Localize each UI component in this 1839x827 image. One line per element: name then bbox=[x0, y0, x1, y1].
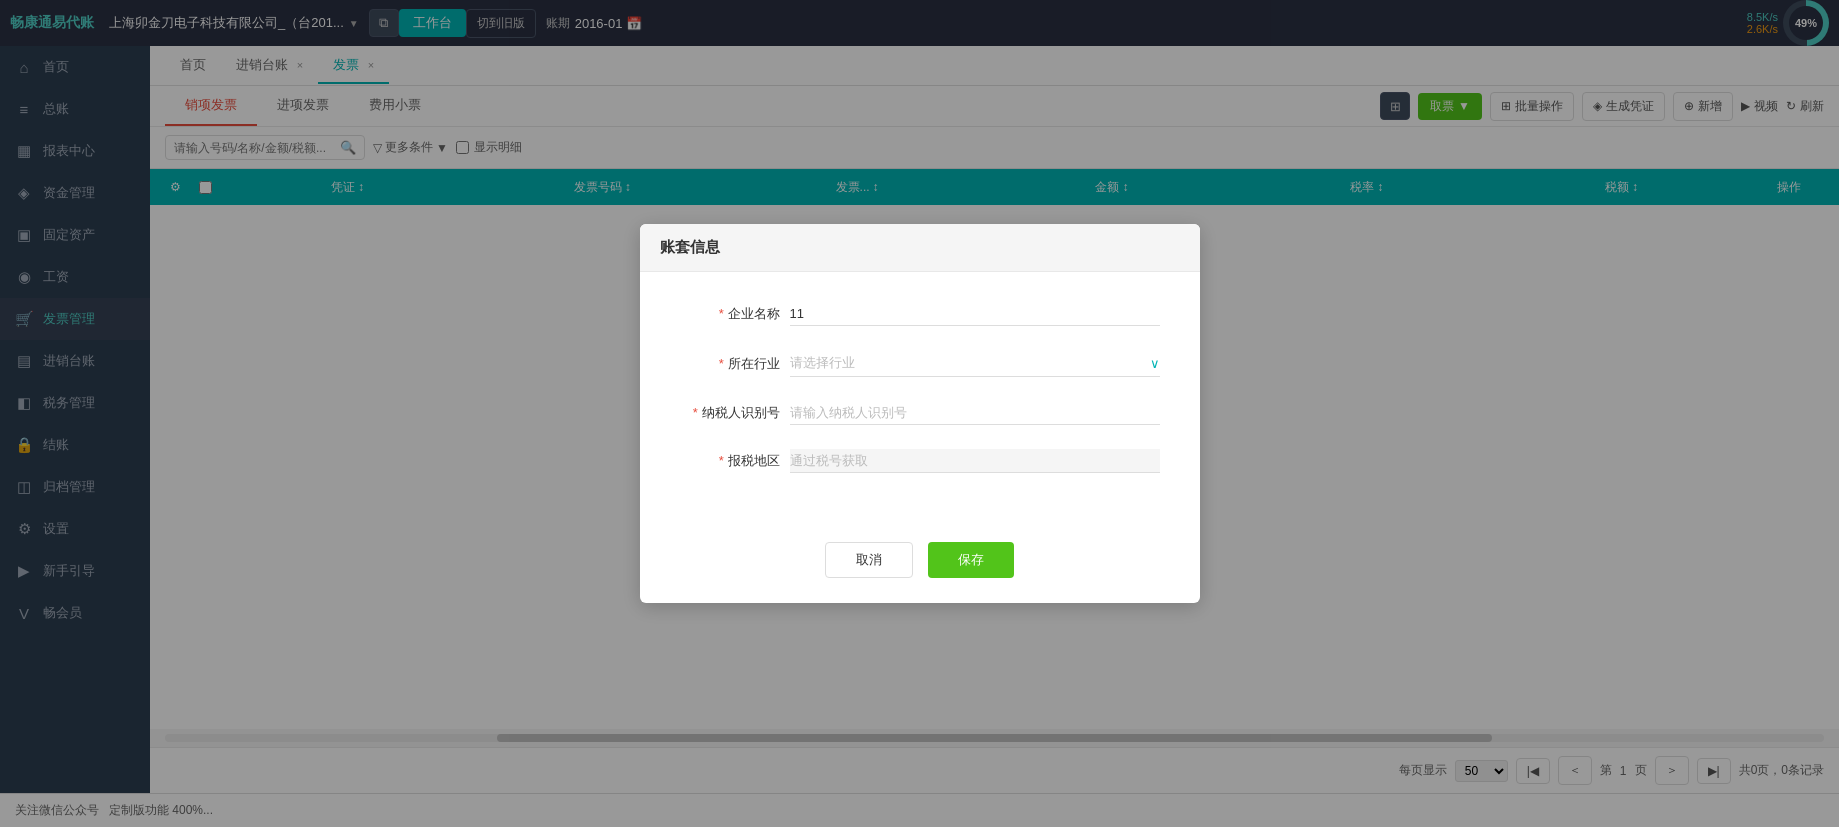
company-name-label: * 企业名称 bbox=[680, 305, 790, 323]
company-name-field bbox=[790, 302, 1160, 326]
form-row-industry: * 所在行业 请选择行业 ∨ bbox=[680, 350, 1160, 377]
dialog-header: 账套信息 bbox=[640, 224, 1200, 272]
form-row-tax-region: * 报税地区 bbox=[680, 449, 1160, 473]
dialog-body: * 企业名称 * 所在行业 请选择行业 ∨ bbox=[640, 272, 1200, 527]
industry-select[interactable]: 请选择行业 ∨ bbox=[790, 350, 1160, 377]
tax-region-label: * 报税地区 bbox=[680, 452, 790, 470]
account-info-dialog: 账套信息 * 企业名称 * 所在行业 bbox=[640, 224, 1200, 603]
industry-field: 请选择行业 ∨ bbox=[790, 350, 1160, 377]
save-button[interactable]: 保存 bbox=[928, 542, 1014, 578]
taxpayer-label: * 纳税人识别号 bbox=[680, 404, 790, 422]
required-star: * bbox=[693, 405, 698, 420]
tax-region-field bbox=[790, 449, 1160, 473]
industry-arrow-icon: ∨ bbox=[1150, 356, 1160, 371]
industry-label: * 所在行业 bbox=[680, 355, 790, 373]
taxpayer-field bbox=[790, 401, 1160, 425]
taxpayer-input[interactable] bbox=[790, 401, 1160, 425]
dialog-footer: 取消 保存 bbox=[640, 527, 1200, 603]
company-name-input[interactable] bbox=[790, 302, 1160, 326]
dialog-title: 账套信息 bbox=[660, 238, 720, 255]
form-row-taxpayer: * 纳税人识别号 bbox=[680, 401, 1160, 425]
cancel-button[interactable]: 取消 bbox=[825, 542, 913, 578]
form-row-company: * 企业名称 bbox=[680, 302, 1160, 326]
tax-region-input bbox=[790, 449, 1160, 473]
dialog-overlay: 账套信息 * 企业名称 * 所在行业 bbox=[0, 0, 1839, 827]
required-star: * bbox=[719, 356, 724, 371]
industry-placeholder: 请选择行业 bbox=[790, 354, 855, 372]
required-star: * bbox=[719, 306, 724, 321]
required-star: * bbox=[719, 453, 724, 468]
